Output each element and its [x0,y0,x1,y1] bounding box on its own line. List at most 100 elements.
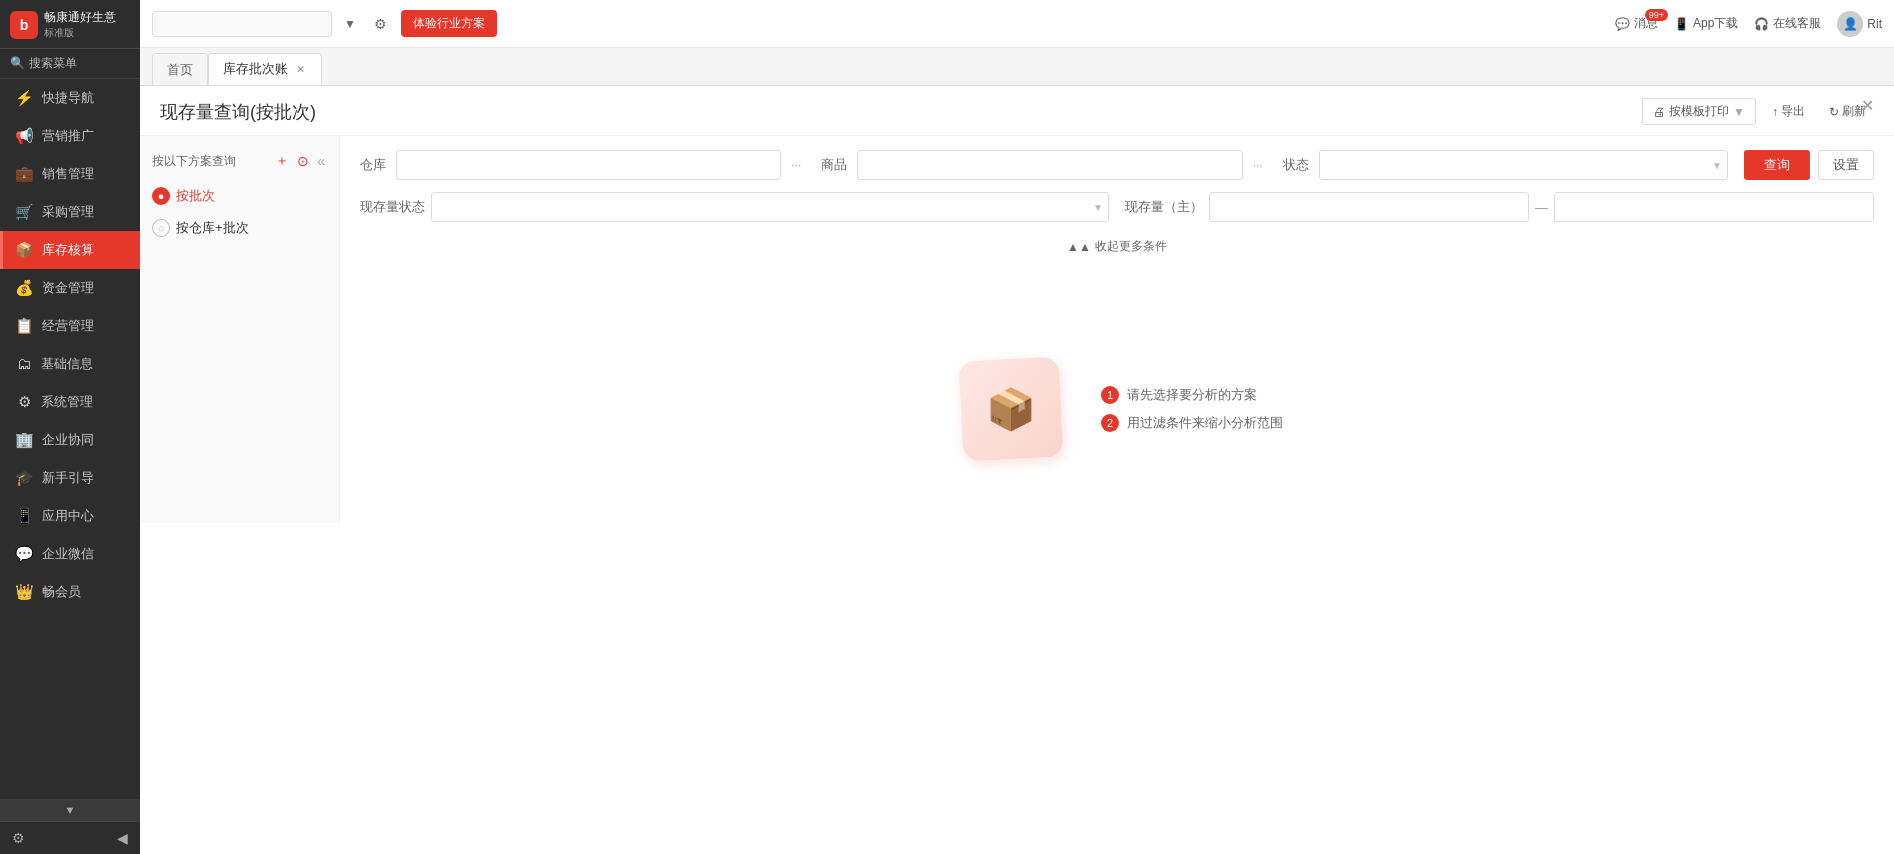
filter-actions: 查询 设置 [1744,150,1874,180]
username: Rit [1867,17,1882,31]
status-select[interactable] [1319,150,1728,180]
message-badge: 99+ [1645,9,1668,21]
left-panel: 按以下方案查询 ＋ ⊙ « ● 按批次 ○ 按仓库+批次 [140,136,340,523]
stock-status-filter-group: 现存量状态 ▼ [360,192,1109,222]
print-dropdown-icon[interactable]: ▼ [1733,105,1745,119]
sidebar-item-appcenter[interactable]: 📱应用中心 [0,497,140,535]
nav-label-appcenter: 应用中心 [42,507,94,525]
sidebar-footer: ⚙ ◀ [0,821,140,854]
empty-tip-1: 1 请先选择要分析的方案 [1101,386,1283,404]
sidebar-item-basics[interactable]: 🗂基础信息 [0,345,140,383]
nav-label-marketing: 营销推广 [42,127,94,145]
nav-gear-btn[interactable]: ⚙ [368,14,393,34]
sidebar-header: b 畅康通好生意 标准版 [0,0,140,49]
edition-label: 标准版 [44,26,116,40]
query-btn[interactable]: 查询 [1744,150,1810,180]
message-btn[interactable]: 💬 消息 99+ [1615,15,1658,32]
content-area: 现存量查询(按批次) 🖨 按模板打印 ▼ ↑ 导出 ↻ 刷新 [140,86,1894,854]
nav-label-enterprise: 企业协同 [42,431,94,449]
scheme-item-by-warehouse-batch[interactable]: ○ 按仓库+批次 [140,212,339,244]
sidebar-item-operations[interactable]: 📋经营管理 [0,307,140,345]
app-download-btn[interactable]: 📱 App下载 [1674,15,1738,32]
product-more-btn[interactable]: ··· [1249,156,1267,174]
nav-icon-member: 👑 [15,583,34,601]
warehouse-filter-group: 仓库 ··· [360,150,805,180]
sidebar-item-inventory[interactable]: 📦库存核算 [0,231,140,269]
sidebar-scroll-down[interactable]: ▼ [0,799,140,821]
export-label: 导出 [1781,103,1805,120]
experience-btn[interactable]: 体验行业方案 [401,10,497,37]
app-download-icon: 📱 [1674,17,1689,31]
stock-status-select[interactable] [431,192,1109,222]
empty-tips: 1 请先选择要分析的方案 2 用过滤条件来缩小分析范围 [1101,386,1283,432]
empty-state: 📦 1 请先选择要分析的方案 2 用过滤条件来缩小分析范围 [360,269,1874,509]
nav-icon-quick-nav: ⚡ [15,89,34,107]
nav-label-wxwork: 企业微信 [42,545,94,563]
sidebar-item-purchase[interactable]: 🛒采购管理 [0,193,140,231]
sidebar-item-marketing[interactable]: 📢 营销推广 [0,117,140,155]
stock-qty-min-input[interactable] [1209,192,1529,222]
scheme-settings-btn[interactable]: ⊙ [295,150,311,172]
sidebar-item-sales[interactable]: 💼 销售管理 [0,155,140,193]
tab-inventory-batch[interactable]: 库存批次账 ✕ [208,53,322,85]
nav-search-input[interactable] [152,11,332,37]
tip-2-num: 2 [1101,414,1119,432]
nav-dropdown-btn[interactable]: ▼ [340,15,360,33]
nav-label-finance: 资金管理 [42,279,94,297]
message-icon: 💬 [1615,17,1630,31]
page-close-btn[interactable]: ✕ [1861,96,1874,115]
nav-label-basics: 基础信息 [41,355,93,373]
scheme-label-by-warehouse-batch: 按仓库+批次 [176,219,249,237]
nav-icon-sales: 💼 [15,165,34,183]
sidebar-item-quick-nav[interactable]: ⚡快捷导航 [0,79,140,117]
warehouse-input[interactable] [396,150,781,180]
stock-qty-dash: — [1535,200,1548,215]
filter-row-1: 仓库 ··· 商品 ··· 状态 [360,150,1874,180]
sidebar-item-system[interactable]: ⚙系统管理 [0,383,140,421]
print-label: 按模板打印 [1669,103,1729,120]
sidebar-search[interactable]: 🔍 搜索菜单 [0,49,140,79]
left-panel-title: 按以下方案查询 [152,153,236,170]
nav-icon-marketing: 📢 [15,127,34,145]
page-header: 现存量查询(按批次) 🖨 按模板打印 ▼ ↑ 导出 ↻ 刷新 [140,86,1894,136]
settings-icon[interactable]: ⚙ [12,830,25,846]
nav-label-sales: 销售管理 [42,165,94,183]
tab-home[interactable]: 首页 [152,53,208,85]
warehouse-label: 仓库 [360,156,390,174]
empty-tip-2: 2 用过滤条件来缩小分析范围 [1101,414,1283,432]
customer-service-btn[interactable]: 🎧 在线客服 [1754,15,1821,32]
tab-bar: 首页 库存批次账 ✕ [140,48,1894,86]
stock-qty-max-input[interactable] [1554,192,1874,222]
sidebar-item-wxwork[interactable]: 💬企业微信 [0,535,140,573]
print-icon: 🖨 [1653,105,1665,119]
page-header-actions: 🖨 按模板打印 ▼ ↑ 导出 ↻ 刷新 [1642,98,1874,125]
nav-icon-finance: 💰 [15,279,34,297]
sidebar-item-newuser[interactable]: 🎓新手引导 [0,459,140,497]
right-panel: 仓库 ··· 商品 ··· 状态 [340,136,1894,523]
user-area[interactable]: 👤 Rit [1837,11,1882,37]
main-body: 按以下方案查询 ＋ ⊙ « ● 按批次 ○ 按仓库+批次 [140,136,1894,523]
nav-icon-operations: 📋 [15,317,34,335]
scheme-icon-gray: ○ [152,219,170,237]
collapse-up-icon: ▲▲ [1067,240,1091,254]
nav-icon-purchase: 🛒 [15,203,34,221]
warehouse-more-btn[interactable]: ··· [787,156,805,174]
sidebar-nav: ⚡快捷导航 📢 营销推广 💼 销售管理 🛒采购管理📦库存核算 💰 资金管理 📋经营管理🗂基础信息… [0,79,140,799]
stock-status-select-wrapper: ▼ [431,192,1109,222]
settings-btn[interactable]: 设置 [1818,150,1874,180]
collapse-filters-btn[interactable]: ▲▲ 收起更多条件 [1067,234,1167,259]
collapse-left-panel-btn[interactable]: « [315,150,327,172]
nav-label-newuser: 新手引导 [42,469,94,487]
sidebar-item-member[interactable]: 👑畅会员 [0,573,140,611]
sidebar-item-enterprise[interactable]: 🏢企业协同 [0,421,140,459]
product-input[interactable] [857,150,1242,180]
tab-close-btn[interactable]: ✕ [294,62,307,77]
collapse-sidebar-icon[interactable]: ◀ [117,830,128,846]
add-scheme-btn[interactable]: ＋ [273,150,291,172]
stock-qty-label: 现存量（主） [1125,198,1203,216]
export-btn[interactable]: ↑ 导出 [1764,99,1813,124]
search-label: 搜索菜单 [29,55,77,72]
sidebar-item-finance[interactable]: 💰 资金管理 [0,269,140,307]
scheme-item-by-batch[interactable]: ● 按批次 [140,180,339,212]
print-btn[interactable]: 🖨 按模板打印 ▼ [1642,98,1756,125]
